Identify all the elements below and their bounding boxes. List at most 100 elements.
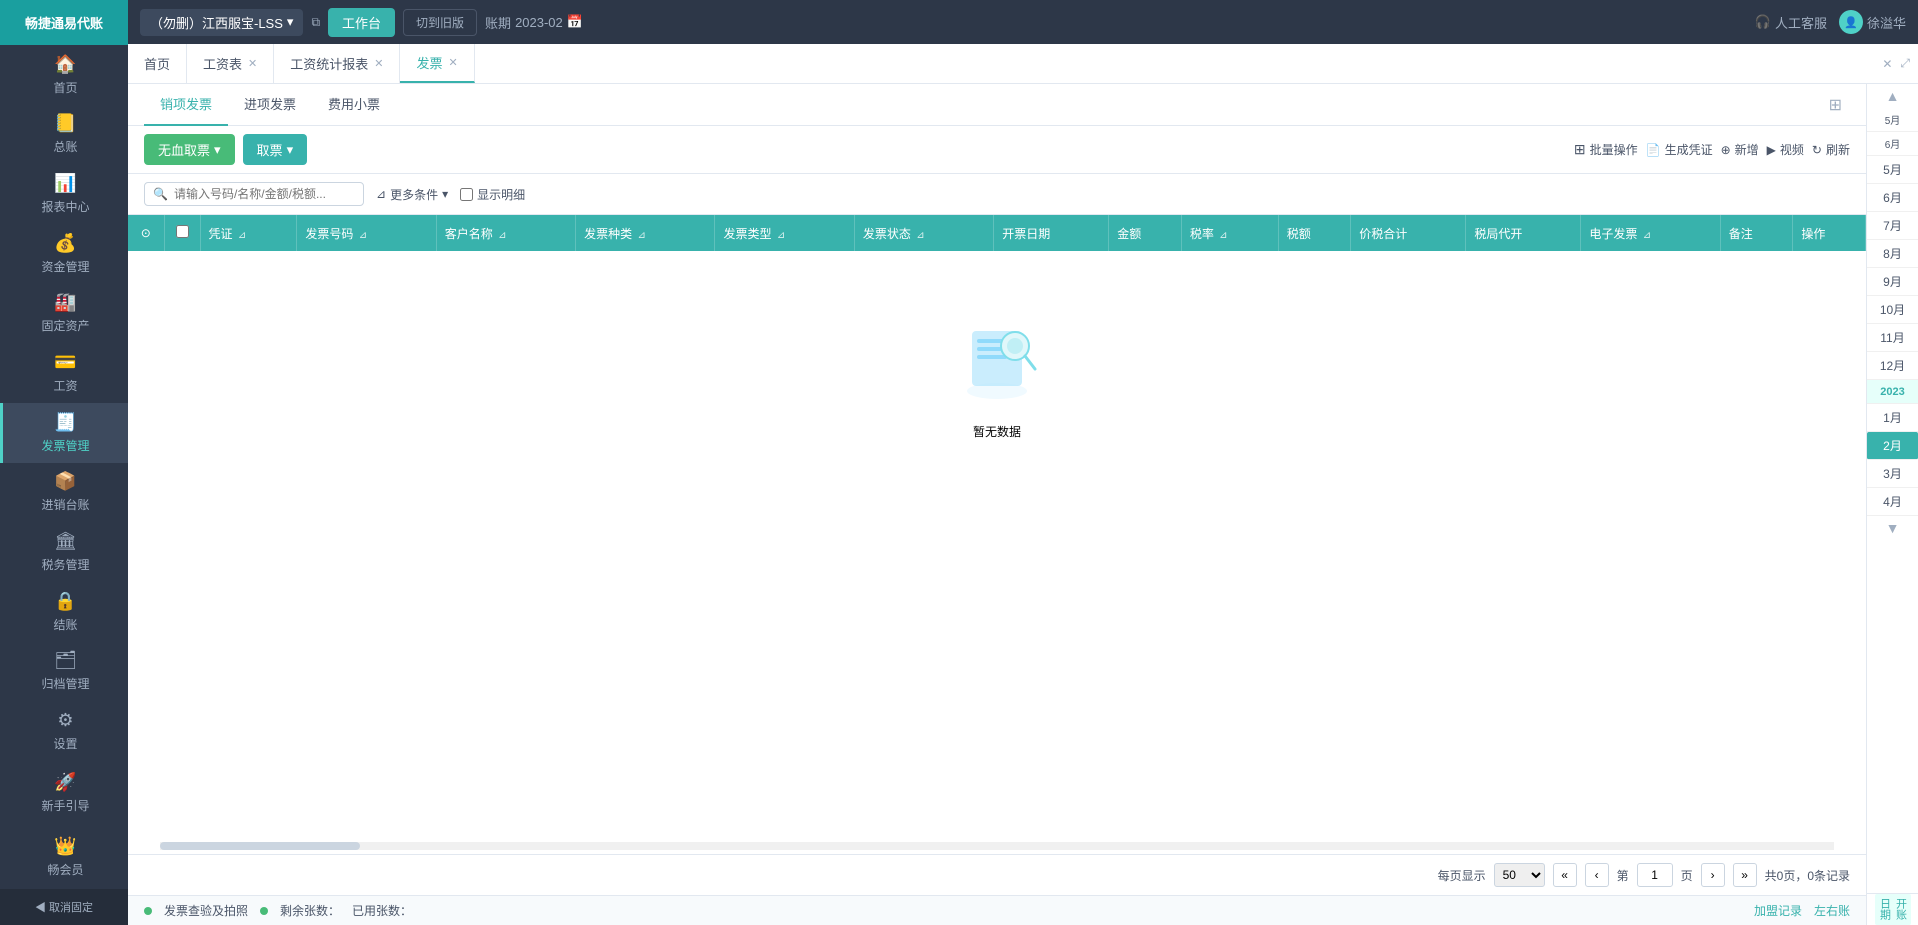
sub-tab-purchase[interactable]: 进项发票 xyxy=(228,84,312,126)
deduct-button[interactable]: 取票 ▾ xyxy=(243,134,308,165)
date-month-8[interactable]: 8月 xyxy=(1867,240,1918,268)
maximize-icon[interactable]: ⤢ xyxy=(1900,56,1910,71)
date-scroll-up[interactable]: ▲ xyxy=(1867,84,1918,108)
gen-voucher-button[interactable]: 📄 生成凭证 xyxy=(1646,141,1713,158)
tab-invoice[interactable]: 发票 ✕ xyxy=(400,44,474,83)
date-month-12[interactable]: 12月 xyxy=(1867,352,1918,380)
date-month-10[interactable]: 10月 xyxy=(1867,296,1918,324)
last-page-button[interactable]: » xyxy=(1733,863,1757,887)
sidebar-item-label-close-accounts: 结账 xyxy=(53,616,77,633)
per-page-select[interactable]: 10 20 50 100 xyxy=(1494,863,1545,887)
ledger-icon: 📒 xyxy=(54,113,76,134)
th-status: 发票状态 ⊿ xyxy=(854,215,993,251)
sidebar-toggle[interactable]: ◀ 取消固定 xyxy=(0,889,128,925)
tax-rate-filter-icon[interactable]: ⊿ xyxy=(1219,230,1227,241)
video-button[interactable]: ▶ 视频 xyxy=(1767,141,1804,158)
copy-icon[interactable]: ⧉ xyxy=(311,15,320,30)
invoice-type-filter-icon[interactable]: ⊿ xyxy=(637,230,645,241)
open-period-button[interactable]: 开账日期 xyxy=(1867,893,1918,925)
sidebar-item-salary[interactable]: 💳 工资 xyxy=(0,343,128,403)
prev-page-button[interactable]: ‹ xyxy=(1585,863,1609,887)
date-month-1[interactable]: 1月 xyxy=(1867,404,1918,432)
date-month-5[interactable]: 5月 xyxy=(1867,156,1918,184)
switch-version-button[interactable]: 切到旧版 xyxy=(403,9,477,36)
date-month-6[interactable]: 6月 xyxy=(1867,184,1918,212)
new-button[interactable]: ⊕ 新增 xyxy=(1721,141,1759,158)
support-button[interactable]: 🎧 人工客服 xyxy=(1755,13,1827,32)
th-note: 备注 xyxy=(1720,215,1793,251)
tab-salary-stats[interactable]: 工资统计报表 ✕ xyxy=(274,44,400,83)
invoice-no-filter-icon[interactable]: ⊿ xyxy=(359,230,367,241)
sidebar-item-settings[interactable]: ⚙ 设置 xyxy=(0,701,128,761)
sidebar-item-funds[interactable]: 💰 资金管理 xyxy=(0,224,128,284)
e-invoice-filter-icon[interactable]: ⊿ xyxy=(1643,230,1651,241)
show-detail-checkbox[interactable] xyxy=(460,188,473,201)
help-link[interactable]: 左右账 xyxy=(1814,902,1850,919)
sidebar-item-guide[interactable]: 🚀 新手引导 xyxy=(0,761,128,825)
join-link[interactable]: 加盟记录 xyxy=(1754,902,1802,919)
date-month-11[interactable]: 11月 xyxy=(1867,324,1918,352)
invoice-tab-label: 发票 xyxy=(416,53,442,72)
next-page-button[interactable]: › xyxy=(1701,863,1725,887)
scroll-thumb[interactable] xyxy=(160,842,360,850)
more-conditions-button[interactable]: ⊿ 更多条件 ▾ xyxy=(376,186,448,203)
search-input[interactable] xyxy=(174,187,344,201)
th-date: 开票日期 xyxy=(994,215,1109,251)
sidebar-item-tax[interactable]: 🏛 税务管理 xyxy=(0,522,128,582)
voucher-filter-icon[interactable]: ⊿ xyxy=(238,230,246,241)
sidebar-item-label-guide: 新手引导 xyxy=(41,797,89,814)
date-scroll-down[interactable]: ▼ xyxy=(1867,516,1918,540)
show-detail-checkbox-wrapper[interactable]: 显示明细 xyxy=(460,186,525,203)
sub-tab-expense[interactable]: 费用小票 xyxy=(312,84,396,126)
home-tab-label: 首页 xyxy=(144,54,170,73)
sidebar-item-label-ledger: 总账 xyxy=(53,138,77,155)
page-number-input[interactable] xyxy=(1637,863,1673,887)
refresh-button[interactable]: ↻ 刷新 xyxy=(1812,141,1850,158)
date-month-7[interactable]: 7月 xyxy=(1867,212,1918,240)
horizontal-scrollbar[interactable] xyxy=(160,842,1834,850)
sidebar-item-ledger[interactable]: 📒 总账 xyxy=(0,104,128,164)
date-month-2[interactable]: 2月 xyxy=(1867,432,1918,460)
tab-salary[interactable]: 工资表 ✕ xyxy=(187,44,274,83)
sub-tab-sales[interactable]: 销项发票 xyxy=(144,84,228,126)
company-selector[interactable]: （勿删）江西服宝-LSS ▾ xyxy=(140,9,303,36)
headset-icon: 🎧 xyxy=(1755,14,1771,30)
home-icon: 🏠 xyxy=(54,54,76,75)
user-menu[interactable]: 👤 徐溢华 xyxy=(1839,10,1906,34)
salary-tab-close[interactable]: ✕ xyxy=(248,57,257,70)
date-period-1[interactable]: 5月 xyxy=(1867,108,1918,132)
sidebar-item-reports[interactable]: 📊 报表中心 xyxy=(0,164,128,224)
invoice-category-filter-icon[interactable]: ⊿ xyxy=(777,230,785,241)
sidebar-bottom: 🚀 新手引导 👑 畅会员 ◀ 取消固定 xyxy=(0,761,128,925)
no-deduct-button[interactable]: 无血取票 ▾ xyxy=(144,134,235,165)
tab-home[interactable]: 首页 xyxy=(128,44,187,83)
first-page-button[interactable]: « xyxy=(1553,863,1577,887)
sidebar-item-member[interactable]: 👑 畅会员 xyxy=(0,825,128,889)
date-month-4[interactable]: 4月 xyxy=(1867,488,1918,516)
th-checkbox[interactable] xyxy=(164,215,200,251)
sidebar-item-invoice[interactable]: 🧾 发票管理 xyxy=(0,403,128,463)
status-filter-icon[interactable]: ⊿ xyxy=(916,230,924,241)
sidebar-item-home[interactable]: 🏠 首页 xyxy=(0,45,128,105)
sidebar-item-purchase-sales[interactable]: 📦 进销台账 xyxy=(0,463,128,523)
sidebar-item-label-salary: 工资 xyxy=(53,377,77,394)
sidebar-item-label-home: 首页 xyxy=(53,79,77,96)
sidebar-item-archive[interactable]: 🗂 归档管理 xyxy=(0,642,128,702)
date-month-3[interactable]: 3月 xyxy=(1867,460,1918,488)
date-period-2[interactable]: 6月 xyxy=(1867,132,1918,156)
sidebar-item-assets[interactable]: 🏭 固定资产 xyxy=(0,284,128,344)
select-all-checkbox[interactable] xyxy=(176,225,189,238)
salary-stats-tab-close[interactable]: ✕ xyxy=(374,57,383,70)
open-period-label: 开账日期 xyxy=(1875,894,1911,925)
sidebar-item-close-accounts[interactable]: 🔒 结账 xyxy=(0,582,128,642)
grid-icon[interactable]: ⊞ xyxy=(1829,95,1842,115)
close-panel-icon[interactable]: ✕ xyxy=(1882,57,1892,71)
date-month-9[interactable]: 9月 xyxy=(1867,268,1918,296)
th-invoice-category: 发票类型 ⊿ xyxy=(715,215,854,251)
invoice-tab-close[interactable]: ✕ xyxy=(449,56,458,69)
total-records: 共0页，0条记录 xyxy=(1765,867,1850,884)
workspace-button[interactable]: 工作台 xyxy=(328,8,395,37)
empty-text: 暂无数据 xyxy=(973,423,1021,440)
customer-filter-icon[interactable]: ⊿ xyxy=(498,230,506,241)
batch-ops-button[interactable]: ⊞ 批量操作 xyxy=(1574,141,1638,158)
